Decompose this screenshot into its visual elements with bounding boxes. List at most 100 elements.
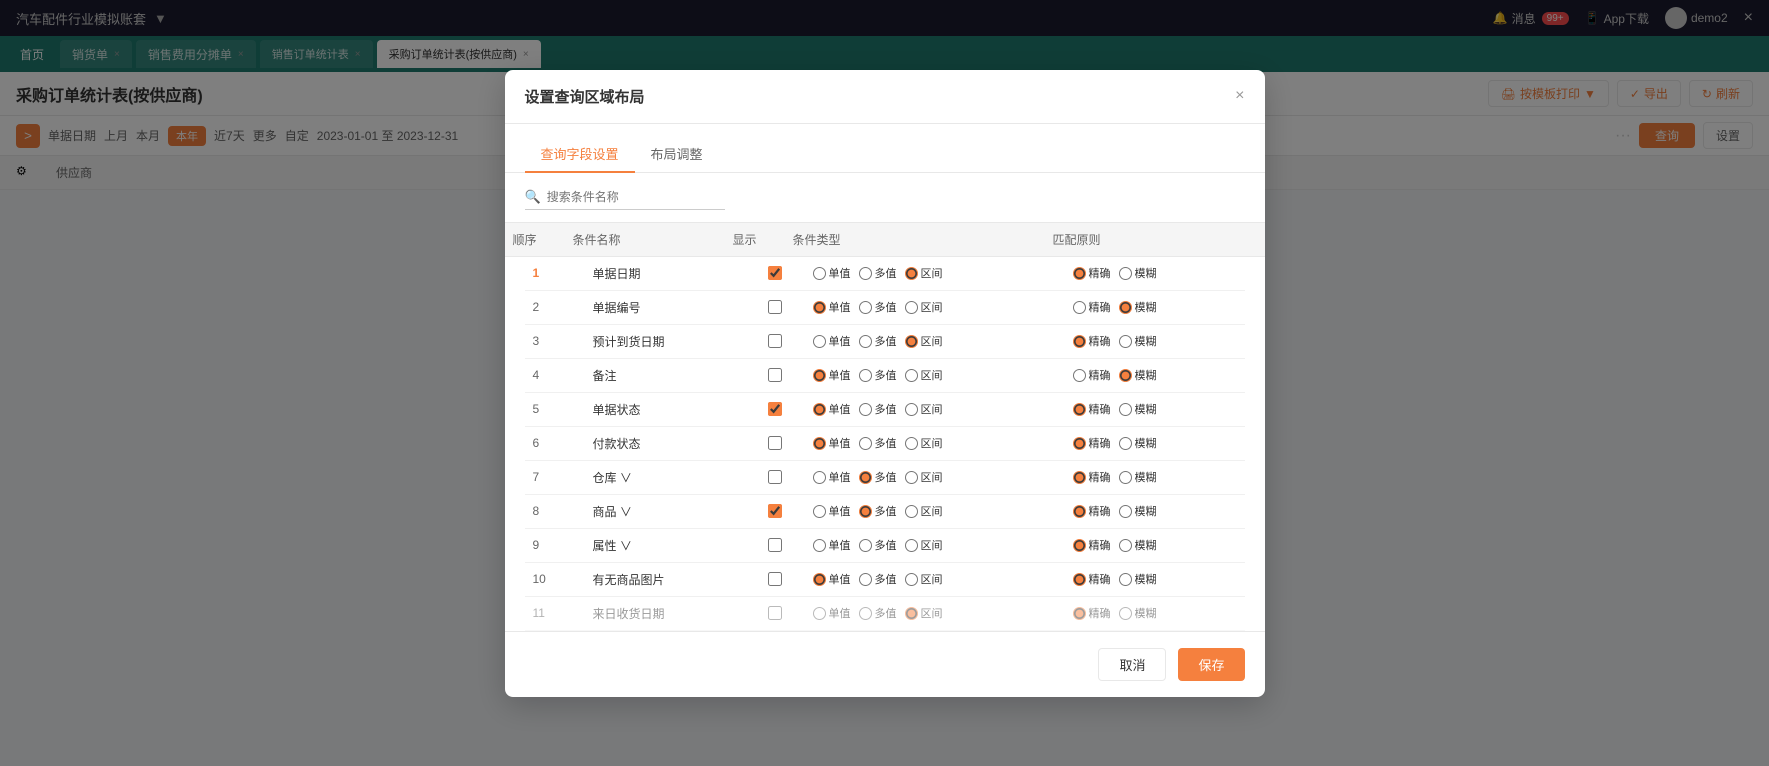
row-display-checkbox[interactable]: [768, 334, 782, 348]
row-display-checkbox[interactable]: [768, 300, 782, 314]
row-display-checkbox[interactable]: [768, 368, 782, 382]
radio-range[interactable]: 区间: [905, 265, 943, 281]
radio-range[interactable]: 区间: [905, 571, 943, 587]
row-order: 7: [533, 470, 540, 484]
row-rule-group: 精确 模糊: [1073, 401, 1245, 417]
radio-exact[interactable]: 精确: [1073, 435, 1111, 451]
radio-range[interactable]: 区间: [905, 503, 943, 519]
row-display-checkbox[interactable]: [768, 572, 782, 586]
radio-range[interactable]: 区间: [905, 333, 943, 349]
radio-fuzzy[interactable]: 模糊: [1119, 333, 1157, 349]
row-display-checkbox[interactable]: [768, 538, 782, 552]
row-order: 5: [533, 402, 540, 416]
radio-multi[interactable]: 多值: [859, 537, 897, 553]
radio-range[interactable]: 区间: [905, 435, 943, 451]
radio-single[interactable]: 单值: [813, 503, 851, 519]
radio-fuzzy[interactable]: 模糊: [1119, 469, 1157, 485]
radio-fuzzy[interactable]: 模糊: [1119, 265, 1157, 281]
radio-exact[interactable]: 精确: [1073, 537, 1111, 553]
radio-single[interactable]: 单值: [813, 401, 851, 417]
row-order: 11: [533, 606, 545, 620]
radio-range[interactable]: 区间: [905, 537, 943, 553]
radio-exact[interactable]: 精确: [1073, 299, 1111, 315]
col-rule-header: 匹配原则: [1045, 231, 1245, 248]
row-name: 属性 ∨: [585, 537, 745, 554]
row-rule-group: 精确 模糊: [1073, 469, 1245, 485]
radio-range[interactable]: 区间: [905, 299, 943, 315]
row-display-checkbox[interactable]: [768, 606, 782, 620]
table-row: 3 预计到货日期 单值 多值 区间 精确 模糊: [525, 325, 1245, 359]
dialog-close-button[interactable]: ×: [1235, 87, 1244, 105]
row-rule-group: 精确 模糊: [1073, 605, 1245, 621]
row-display-checkbox[interactable]: [768, 436, 782, 450]
radio-exact[interactable]: 精确: [1073, 265, 1111, 281]
radio-exact[interactable]: 精确: [1073, 367, 1111, 383]
row-order: 1: [533, 266, 540, 280]
radio-fuzzy[interactable]: 模糊: [1119, 367, 1157, 383]
table-row: 2 单据编号 单值 多值 区间 精确 模糊: [525, 291, 1245, 325]
radio-exact[interactable]: 精确: [1073, 503, 1111, 519]
search-input[interactable]: [547, 190, 725, 204]
table-row: 7 仓库 ∨ 单值 多值 区间 精确 模糊: [525, 461, 1245, 495]
radio-fuzzy[interactable]: 模糊: [1119, 299, 1157, 315]
row-rule-group: 精确 模糊: [1073, 367, 1245, 383]
radio-single[interactable]: 单值: [813, 333, 851, 349]
radio-fuzzy[interactable]: 模糊: [1119, 537, 1157, 553]
radio-single[interactable]: 单值: [813, 435, 851, 451]
row-display-checkbox[interactable]: [768, 504, 782, 518]
dialog-tab-fields[interactable]: 查询字段设置: [525, 136, 635, 173]
radio-fuzzy[interactable]: 模糊: [1119, 435, 1157, 451]
radio-multi[interactable]: 多值: [859, 299, 897, 315]
radio-multi[interactable]: 多值: [859, 469, 897, 485]
row-name: 有无商品图片: [585, 571, 745, 588]
row-name: 预计到货日期: [585, 333, 745, 350]
row-name: 单据编号: [585, 299, 745, 316]
radio-single[interactable]: 单值: [813, 469, 851, 485]
row-name: 备注: [585, 367, 745, 384]
row-display-checkbox[interactable]: [768, 402, 782, 416]
radio-multi[interactable]: 多值: [859, 401, 897, 417]
radio-multi[interactable]: 多值: [859, 435, 897, 451]
radio-exact[interactable]: 精确: [1073, 401, 1111, 417]
radio-single[interactable]: 单值: [813, 265, 851, 281]
dialog-search-area: 🔍: [505, 173, 1265, 223]
radio-fuzzy[interactable]: 模糊: [1119, 503, 1157, 519]
table-row: 1 单据日期 单值 多值 区间 精确 模糊: [525, 257, 1245, 291]
radio-multi[interactable]: 多值: [859, 503, 897, 519]
radio-range[interactable]: 区间: [905, 469, 943, 485]
radio-range[interactable]: 区间: [905, 401, 943, 417]
radio-single[interactable]: 单值: [813, 299, 851, 315]
row-type-group: 单值 多值 区间: [813, 333, 1057, 349]
save-button[interactable]: 保存: [1178, 648, 1244, 681]
radio-multi[interactable]: 多值: [859, 367, 897, 383]
radio-multi[interactable]: 多值: [859, 265, 897, 281]
radio-single[interactable]: 单值: [813, 605, 851, 621]
dialog-tab-layout-label: 布局调整: [651, 147, 703, 162]
row-type-group: 单值 多值 区间: [813, 605, 1057, 621]
col-type-header: 条件类型: [785, 231, 1045, 248]
radio-single[interactable]: 单值: [813, 367, 851, 383]
radio-exact[interactable]: 精确: [1073, 469, 1111, 485]
radio-single[interactable]: 单值: [813, 537, 851, 553]
radio-exact[interactable]: 精确: [1073, 333, 1111, 349]
radio-range[interactable]: 区间: [905, 367, 943, 383]
radio-fuzzy[interactable]: 模糊: [1119, 571, 1157, 587]
radio-multi[interactable]: 多值: [859, 571, 897, 587]
cancel-button[interactable]: 取消: [1098, 648, 1166, 681]
radio-exact[interactable]: 精确: [1073, 571, 1111, 587]
radio-multi[interactable]: 多值: [859, 605, 897, 621]
table-row: 9 属性 ∨ 单值 多值 区间 精确 模糊: [525, 529, 1245, 563]
row-display-checkbox[interactable]: [768, 266, 782, 280]
radio-single[interactable]: 单值: [813, 571, 851, 587]
radio-fuzzy[interactable]: 模糊: [1119, 401, 1157, 417]
dialog-tab-layout[interactable]: 布局调整: [635, 136, 719, 173]
row-display-checkbox[interactable]: [768, 470, 782, 484]
table-row: 10 有无商品图片 单值 多值 区间 精确 模糊: [525, 563, 1245, 597]
row-order: 4: [533, 368, 540, 382]
radio-fuzzy[interactable]: 模糊: [1119, 605, 1157, 621]
row-rule-group: 精确 模糊: [1073, 435, 1245, 451]
radio-multi[interactable]: 多值: [859, 333, 897, 349]
radio-range[interactable]: 区间: [905, 605, 943, 621]
col-name-header: 条件名称: [565, 231, 725, 248]
radio-exact[interactable]: 精确: [1073, 605, 1111, 621]
